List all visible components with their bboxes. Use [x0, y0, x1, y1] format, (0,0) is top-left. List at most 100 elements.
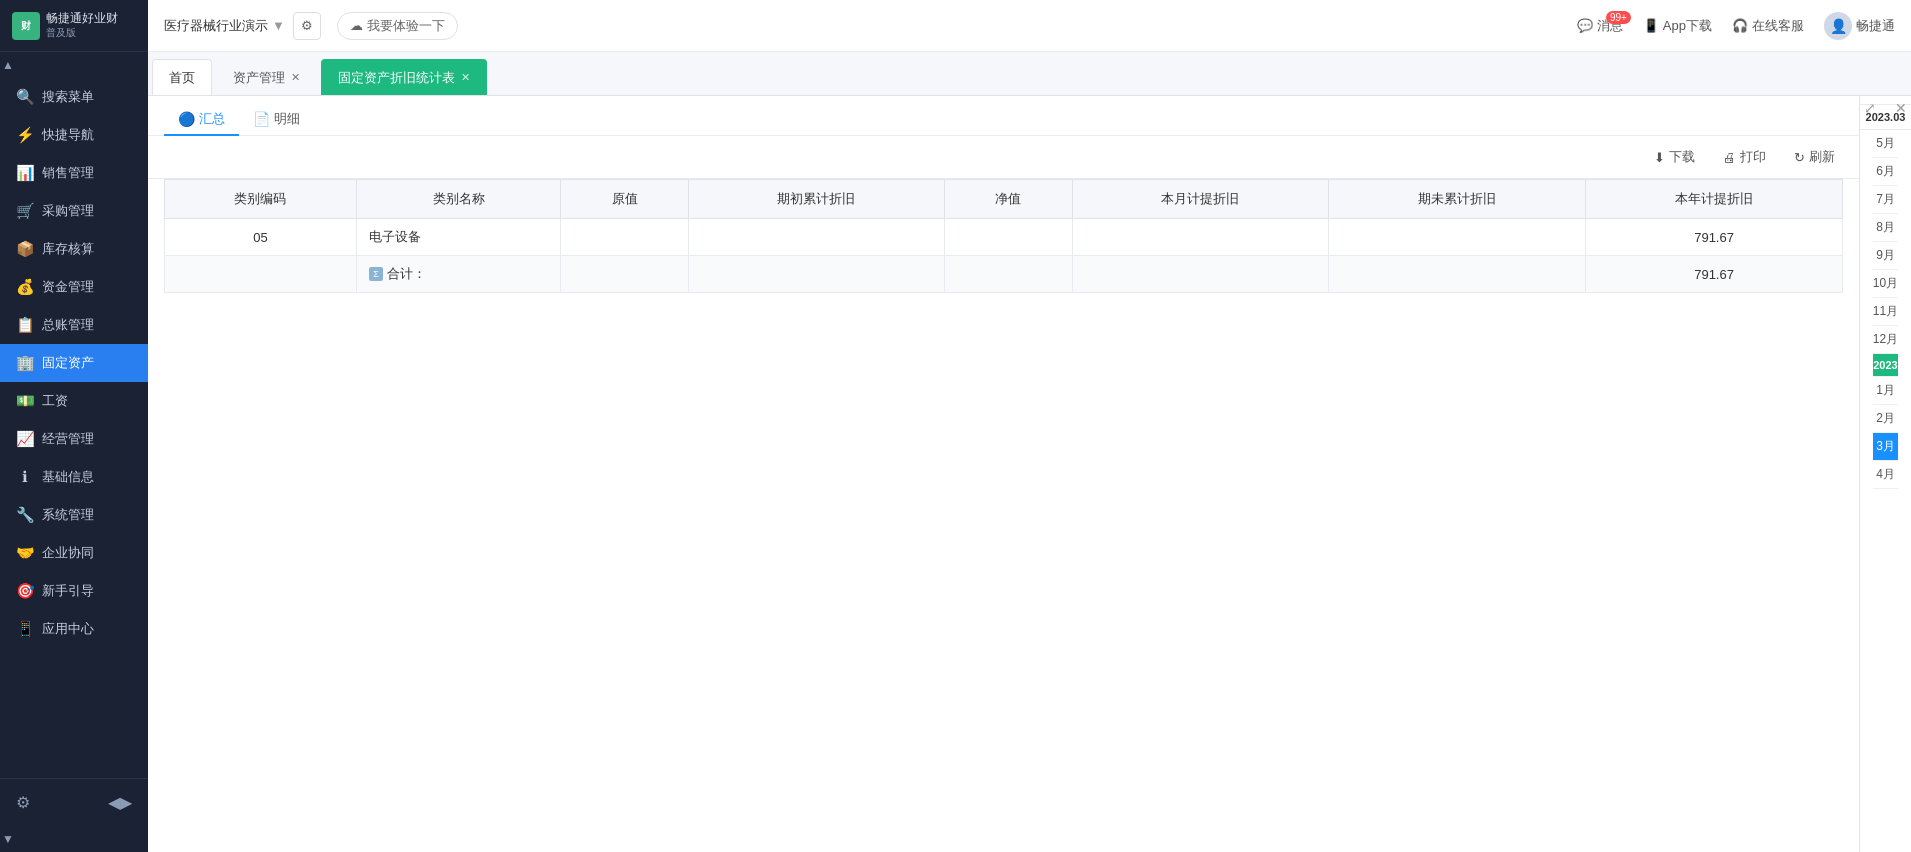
sidebar-item-企业协同[interactable]: 🤝企业协同 [0, 534, 148, 572]
sidebar-icon: 📈 [16, 430, 34, 448]
calendar-month[interactable]: 7月 [1873, 186, 1898, 214]
user-menu[interactable]: 👤 畅捷通 [1824, 12, 1895, 40]
experience-button[interactable]: ☁ 我要体验一下 [337, 12, 458, 40]
subtab-bar: 🔵 汇总 📄 明细 [148, 96, 1859, 136]
sidebar-label: 工资 [42, 392, 68, 410]
calendar-month[interactable]: 9月 [1873, 242, 1898, 270]
cell-name: 电子设备 [356, 219, 560, 256]
sidebar-icon: 📋 [16, 316, 34, 334]
service-icon: 🎧 [1732, 18, 1748, 33]
sidebar-icon: 🎯 [16, 582, 34, 600]
sidebar-footer: ⚙ ◀▶ [0, 778, 148, 826]
calendar-items: 5月6月7月8月9月10月11月12月20231月2月3月4月 [1873, 130, 1898, 489]
total-net [945, 256, 1072, 293]
sidebar-icon: 📊 [16, 164, 34, 182]
calendar-month[interactable]: 3月 [1873, 433, 1898, 461]
sidebar-nav: 🔍搜索菜单⚡快捷导航 📊 销售管理 🛒 采购管理 📦库存核算💰资金管理📋总账管理🏢固定资产… [0, 78, 148, 778]
col-name: 类别名称 [356, 180, 560, 219]
download-icon: ⬇ [1654, 150, 1665, 165]
message-button[interactable]: 💬 消息 99+ [1577, 17, 1623, 35]
tab-depreciation-close[interactable]: ✕ [461, 71, 470, 84]
sidebar-item-采购管理[interactable]: 🛒 采购管理 [0, 192, 148, 230]
sidebar-icon: 💰 [16, 278, 34, 296]
settings-icon[interactable]: ⚙ [16, 793, 30, 812]
customer-service-label: 在线客服 [1752, 17, 1804, 35]
sidebar-item-新手引导[interactable]: 🎯 新手引导 [0, 572, 148, 610]
sidebar-label: 库存核算 [42, 240, 94, 258]
tab-depreciation-table[interactable]: 固定资产折旧统计表 ✕ [321, 59, 487, 95]
tab-asset-management[interactable]: 资产管理 ✕ [216, 59, 317, 95]
app-download-button[interactable]: 📱 App下载 [1643, 17, 1712, 35]
sidebar-icon: 🔍 [16, 88, 34, 106]
refresh-button[interactable]: ↻ 刷新 [1786, 144, 1843, 170]
sidebar-item-总账管理[interactable]: 📋总账管理 [0, 306, 148, 344]
sidebar-label: 应用中心 [42, 620, 94, 638]
app-download-label: App下载 [1663, 17, 1712, 35]
cell-original [561, 219, 688, 256]
col-net: 净值 [945, 180, 1072, 219]
calendar-month[interactable]: 2月 [1873, 405, 1898, 433]
refresh-label: 刷新 [1809, 148, 1835, 166]
subtab-detail[interactable]: 📄 明细 [239, 104, 314, 136]
collapse-icon[interactable]: ◀▶ [108, 793, 132, 812]
calendar-month[interactable]: 1月 [1873, 377, 1898, 405]
calendar-month[interactable]: 10月 [1873, 270, 1898, 298]
sidebar-icon: 📱 [16, 620, 34, 638]
summary-icon: 🔵 [178, 111, 195, 127]
sidebar-item-搜索菜单[interactable]: 🔍搜索菜单 [0, 78, 148, 116]
company-selector[interactable]: 医疗器械行业演示 ▼ [164, 17, 285, 35]
sidebar-item-固定资产[interactable]: 🏢固定资产 [0, 344, 148, 382]
tab-asset-management-close[interactable]: ✕ [291, 71, 300, 84]
sidebar-item-资金管理[interactable]: 💰资金管理 [0, 268, 148, 306]
calendar-month[interactable]: 5月 [1873, 130, 1898, 158]
customer-service-button[interactable]: 🎧 在线客服 [1732, 17, 1804, 35]
sidebar-item-应用中心[interactable]: 📱 应用中心 [0, 610, 148, 648]
sidebar-item-销售管理[interactable]: 📊 销售管理 [0, 154, 148, 192]
subtab-summary[interactable]: 🔵 汇总 [164, 104, 239, 136]
tab-home[interactable]: 首页 [152, 59, 212, 95]
sidebar-item-经营管理[interactable]: 📈经营管理 [0, 420, 148, 458]
app-logo: 财 畅捷通好业财 普及版 [0, 0, 148, 52]
tab-depreciation-label: 固定资产折旧统计表 [338, 69, 455, 87]
sidebar-scroll-up[interactable]: ▲ [0, 54, 18, 76]
total-year-dep: 791.67 [1586, 256, 1843, 293]
sidebar-item-库存核算[interactable]: 📦库存核算 [0, 230, 148, 268]
sidebar-item-基础信息[interactable]: ℹ基础信息 [0, 458, 148, 496]
content-main: 🔵 汇总 📄 明细 ⬇ 下载 🖨 打印 ↻ [148, 96, 1859, 852]
col-period-acc: 期未累计折旧 [1329, 180, 1586, 219]
sidebar-label: 采购管理 [42, 202, 94, 220]
download-label: 下载 [1669, 148, 1695, 166]
sidebar-label: 新手引导 [42, 582, 94, 600]
side-calendar: ⤢ ✕ 2023.03 5月6月7月8月9月10月11月12月20231月2月3… [1859, 96, 1911, 852]
sidebar: 财 畅捷通好业财 普及版 ▲ 🔍搜索菜单⚡快捷导航 📊 销售管理 🛒 采购管理 📦库存核算… [0, 0, 148, 852]
table-container: 类别编码 类别名称 原值 期初累计折旧 净值 本月计提折旧 期未累计折旧 本年计… [148, 179, 1859, 852]
experience-label: 我要体验一下 [367, 17, 445, 35]
sidebar-item-快捷导航[interactable]: ⚡快捷导航 [0, 116, 148, 154]
col-code: 类别编码 [165, 180, 357, 219]
settings-button[interactable]: ⚙ [293, 12, 321, 40]
sidebar-item-系统管理[interactable]: 🔧系统管理 [0, 496, 148, 534]
sidebar-label: 企业协同 [42, 544, 94, 562]
print-label: 打印 [1740, 148, 1766, 166]
download-button[interactable]: ⬇ 下载 [1646, 144, 1703, 170]
calendar-month[interactable]: 6月 [1873, 158, 1898, 186]
calendar-month[interactable]: 8月 [1873, 214, 1898, 242]
calendar-month[interactable]: 4月 [1873, 461, 1898, 489]
subtab-detail-label: 明细 [274, 110, 300, 128]
col-month-dep: 本月计提折旧 [1072, 180, 1329, 219]
sidebar-label: 基础信息 [42, 468, 94, 486]
calendar-month[interactable]: 12月 [1873, 326, 1898, 354]
calendar-expand-icon[interactable]: ⤢ [1864, 100, 1876, 116]
sidebar-label: 销售管理 [42, 164, 94, 182]
calendar-year: 2023 [1873, 354, 1898, 377]
total-text: 合计： [387, 265, 426, 283]
calendar-controls: ⤢ ✕ [1860, 96, 1911, 105]
calendar-month[interactable]: 11月 [1873, 298, 1898, 326]
calendar-close-button[interactable]: ✕ [1895, 100, 1907, 116]
print-button[interactable]: 🖨 打印 [1715, 144, 1774, 170]
sidebar-scroll-down[interactable]: ▼ [0, 828, 18, 850]
total-icon: Σ [369, 267, 383, 281]
sidebar-icon: 🔧 [16, 506, 34, 524]
sidebar-item-工资[interactable]: 💵工资 [0, 382, 148, 420]
sidebar-icon: 🛒 [16, 202, 34, 220]
